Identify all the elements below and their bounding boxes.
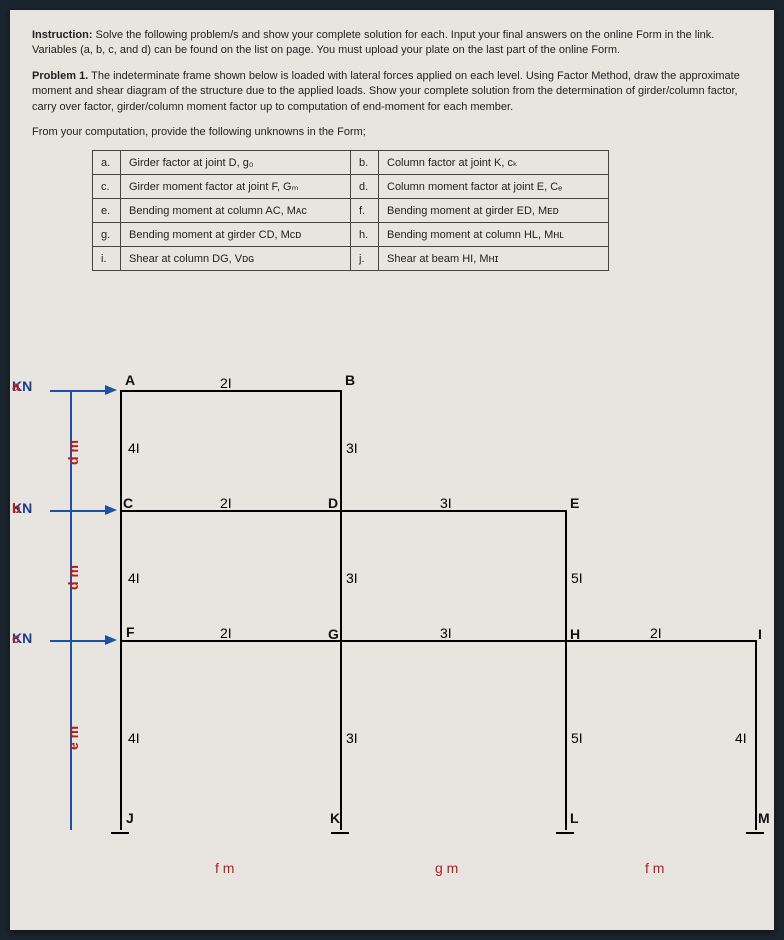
col-fj-I: 4I (128, 730, 140, 746)
col-hl-I: 5I (571, 730, 583, 746)
height-label-mid: d m (65, 565, 81, 590)
cell-desc: Column factor at joint K, cₖ (379, 151, 609, 175)
force-line-a (50, 390, 110, 392)
span-kl: g m (435, 860, 458, 876)
node-i: I (758, 626, 762, 642)
beam-hi-I: 2I (650, 625, 662, 641)
col-bd-I: 3I (346, 440, 358, 456)
beam-cde (120, 510, 565, 512)
arrow-icon (105, 385, 117, 395)
col-ac-I: 4I (128, 440, 140, 456)
cell-key: j. (351, 247, 379, 271)
force-b-var: b (12, 500, 21, 516)
span-jk: f m (215, 860, 234, 876)
node-b: B (345, 372, 355, 388)
cell-desc: Bending moment at girder ED, Mᴇᴅ (379, 199, 609, 223)
cell-key: a. (93, 151, 121, 175)
cell-key: g. (93, 223, 121, 247)
force-a-var: a (12, 378, 20, 394)
cell-key: h. (351, 223, 379, 247)
col-gk-I: 3I (346, 730, 358, 746)
cell-desc: Girder moment factor at joint F, Gₘ (121, 175, 351, 199)
support-k (331, 830, 349, 834)
node-f: F (126, 624, 135, 640)
node-m: M (758, 810, 770, 826)
col-dg-I: 3I (346, 570, 358, 586)
arrow-icon (105, 635, 117, 645)
column-i-m (755, 640, 757, 830)
column-a-j (120, 390, 122, 830)
frame-diagram: a a KNKN b KN c KN d m d m e m A B C D E… (10, 380, 774, 900)
table-row: i. Shear at column DG, Vᴅɢ j. Shear at b… (93, 247, 609, 271)
col-im-I: 4I (735, 730, 747, 746)
node-k: K (330, 810, 340, 826)
problem-label: Problem 1. (32, 70, 88, 82)
instruction-label: Instruction: (32, 29, 93, 41)
node-d: D (328, 495, 338, 511)
instruction-text: Solve the following problem/s and show y… (32, 29, 714, 56)
column-b-k (340, 390, 342, 830)
node-h: H (570, 626, 580, 642)
support-j (111, 830, 129, 834)
cell-desc: Girder factor at joint D, g₀ (121, 151, 351, 175)
cell-key: c. (93, 175, 121, 199)
beam-cd-I: 2I (220, 495, 232, 511)
col-eh-I: 5I (571, 570, 583, 586)
cell-key: e. (93, 199, 121, 223)
cell-key: i. (93, 247, 121, 271)
cell-desc: Bending moment at column HL, Mʜʟ (379, 223, 609, 247)
support-m (746, 830, 764, 834)
force-line-c (50, 640, 110, 642)
col-cf-I: 4I (128, 570, 140, 586)
beam-de-I: 3I (440, 495, 452, 511)
height-label-bot: e m (65, 726, 81, 750)
node-c: C (123, 495, 133, 511)
column-e-l (565, 510, 567, 830)
cell-key: f. (351, 199, 379, 223)
span-lm: f m (645, 860, 664, 876)
support-l (556, 830, 574, 834)
beam-fg-I: 2I (220, 625, 232, 641)
height-label-top: d m (65, 440, 81, 465)
table-row: g. Bending moment at girder CD, Mᴄᴅ h. B… (93, 223, 609, 247)
document-page: Instruction: Solve the following problem… (10, 10, 774, 930)
cell-desc: Shear at beam HI, Mʜɪ (379, 247, 609, 271)
node-e: E (570, 495, 579, 511)
cell-key: b. (351, 151, 379, 175)
cell-desc: Bending moment at girder CD, Mᴄᴅ (121, 223, 351, 247)
force-line-b (50, 510, 110, 512)
arrow-icon (105, 505, 117, 515)
cell-key: d. (351, 175, 379, 199)
cell-desc: Bending moment at column AC, Mᴀᴄ (121, 199, 351, 223)
problem-text: The indeterminate frame shown below is l… (32, 70, 740, 113)
table-row: c. Girder moment factor at joint F, Gₘ d… (93, 175, 609, 199)
node-g: G (328, 626, 339, 642)
node-l: L (570, 810, 579, 826)
beam-gh-I: 3I (440, 625, 452, 641)
cell-desc: Shear at column DG, Vᴅɢ (121, 247, 351, 271)
force-c-var: c (12, 630, 20, 646)
unknowns-table: a. Girder factor at joint D, g₀ b. Colum… (92, 150, 609, 271)
problem-paragraph: Problem 1. The indeterminate frame shown… (32, 69, 752, 115)
cell-desc: Column moment factor at joint E, Cₑ (379, 175, 609, 199)
node-a: A (125, 372, 135, 388)
node-j: J (126, 810, 134, 826)
unknowns-intro: From your computation, provide the follo… (32, 125, 752, 140)
beam-ab-I: 2I (220, 375, 232, 391)
table-row: e. Bending moment at column AC, Mᴀᴄ f. B… (93, 199, 609, 223)
instruction-paragraph: Instruction: Solve the following problem… (32, 28, 752, 59)
table-row: a. Girder factor at joint D, g₀ b. Colum… (93, 151, 609, 175)
